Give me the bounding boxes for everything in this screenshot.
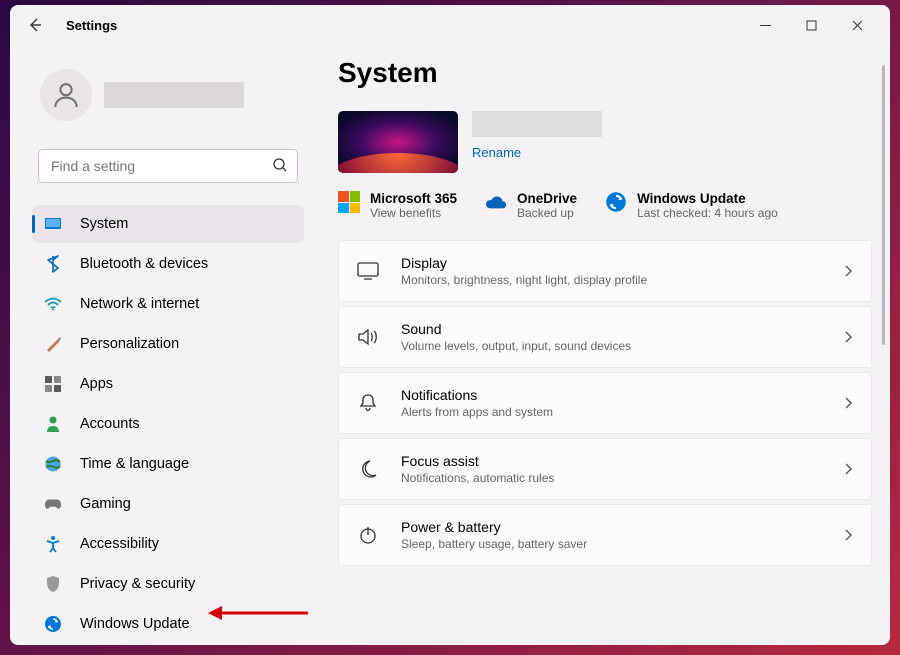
setting-title: Power & battery	[401, 519, 587, 535]
sidebar-item-privacy[interactable]: Privacy & security	[32, 565, 304, 603]
power-icon	[357, 524, 379, 546]
close-icon	[852, 20, 863, 31]
ms365-icon	[338, 191, 360, 213]
sidebar-item-label: Gaming	[80, 496, 131, 512]
setting-title: Focus assist	[401, 453, 554, 469]
bluetooth-icon	[44, 255, 62, 273]
settings-window: Settings System	[10, 5, 890, 645]
search-input[interactable]	[38, 149, 298, 183]
rename-link[interactable]: Rename	[472, 145, 602, 160]
annotation-arrow	[208, 603, 308, 623]
setting-sound[interactable]: Sound Volume levels, output, input, soun…	[338, 306, 872, 368]
sidebar-item-label: Windows Update	[80, 616, 190, 632]
avatar	[40, 69, 92, 121]
display-icon	[357, 260, 379, 282]
gamepad-icon	[44, 495, 62, 513]
accessibility-icon	[44, 535, 62, 553]
sidebar-item-label: Network & internet	[80, 296, 199, 312]
person-icon	[50, 79, 82, 111]
sidebar-item-apps[interactable]: Apps	[32, 365, 304, 403]
update-card[interactable]: Windows Update Last checked: 4 hours ago	[605, 191, 778, 220]
wifi-icon	[44, 295, 62, 313]
brush-icon	[44, 335, 62, 353]
chevron-right-icon	[843, 462, 853, 476]
sidebar-item-gaming[interactable]: Gaming	[32, 485, 304, 523]
minimize-icon	[760, 20, 771, 31]
setting-focus[interactable]: Focus assist Notifications, automatic ru…	[338, 438, 872, 500]
ms365-card[interactable]: Microsoft 365 View benefits	[338, 191, 457, 220]
pc-name-redacted	[472, 111, 602, 137]
setting-sub: Notifications, automatic rules	[401, 471, 554, 485]
chevron-right-icon	[843, 396, 853, 410]
onedrive-card[interactable]: OneDrive Backed up	[485, 191, 577, 220]
sidebar-item-personalization[interactable]: Personalization	[32, 325, 304, 363]
profile-section[interactable]	[32, 45, 304, 135]
titlebar: Settings	[10, 5, 890, 45]
update-icon	[605, 191, 627, 213]
setting-sub: Alerts from apps and system	[401, 405, 553, 419]
card-title: Microsoft 365	[370, 191, 457, 206]
maximize-icon	[806, 20, 817, 31]
scrollbar[interactable]	[882, 65, 885, 345]
setting-title: Display	[401, 255, 647, 271]
person-icon	[44, 415, 62, 433]
chevron-right-icon	[843, 528, 853, 542]
nav-list: System Bluetooth & devices Network & int…	[32, 205, 304, 643]
maximize-button[interactable]	[788, 9, 834, 41]
setting-display[interactable]: Display Monitors, brightness, night ligh…	[338, 240, 872, 302]
sidebar-item-network[interactable]: Network & internet	[32, 285, 304, 323]
onedrive-icon	[485, 191, 507, 213]
shield-icon	[44, 575, 62, 593]
settings-list: Display Monitors, brightness, night ligh…	[338, 240, 872, 566]
card-title: Windows Update	[637, 191, 778, 206]
setting-power[interactable]: Power & battery Sleep, battery usage, ba…	[338, 504, 872, 566]
setting-sub: Monitors, brightness, night light, displ…	[401, 273, 647, 287]
sidebar-item-label: Time & language	[80, 456, 189, 472]
chevron-right-icon	[843, 330, 853, 344]
sidebar-item-time[interactable]: Time & language	[32, 445, 304, 483]
sidebar-item-label: Privacy & security	[80, 576, 195, 592]
sidebar-item-bluetooth[interactable]: Bluetooth & devices	[32, 245, 304, 283]
apps-icon	[44, 375, 62, 393]
sidebar-item-label: Bluetooth & devices	[80, 256, 208, 272]
chevron-right-icon	[843, 264, 853, 278]
setting-title: Sound	[401, 321, 631, 337]
search-icon	[272, 157, 288, 173]
desktop-preview[interactable]	[338, 111, 458, 173]
sidebar-item-accounts[interactable]: Accounts	[32, 405, 304, 443]
sound-icon	[357, 326, 379, 348]
sidebar-item-label: Apps	[80, 376, 113, 392]
window-title: Settings	[66, 18, 117, 33]
sidebar-item-label: Personalization	[80, 336, 179, 352]
sidebar-item-accessibility[interactable]: Accessibility	[32, 525, 304, 563]
page-title: System	[338, 57, 872, 89]
sidebar-item-label: Accounts	[80, 416, 140, 432]
card-sub: Last checked: 4 hours ago	[637, 206, 778, 220]
card-sub: Backed up	[517, 206, 577, 220]
setting-notifications[interactable]: Notifications Alerts from apps and syste…	[338, 372, 872, 434]
card-sub: View benefits	[370, 206, 457, 220]
card-title: OneDrive	[517, 191, 577, 206]
setting-sub: Sleep, battery usage, battery saver	[401, 537, 587, 551]
globe-icon	[44, 455, 62, 473]
back-button[interactable]	[20, 10, 50, 40]
bell-icon	[357, 392, 379, 414]
main-panel: System Rename Microsoft 365 View benefit…	[320, 45, 890, 645]
setting-title: Notifications	[401, 387, 553, 403]
arrow-left-icon	[27, 17, 43, 33]
update-icon	[44, 615, 62, 633]
minimize-button[interactable]	[742, 9, 788, 41]
moon-icon	[357, 458, 379, 480]
sidebar-item-label: Accessibility	[80, 536, 159, 552]
close-button[interactable]	[834, 9, 880, 41]
username-redacted	[104, 82, 244, 108]
sidebar-item-system[interactable]: System	[32, 205, 304, 243]
setting-sub: Volume levels, output, input, sound devi…	[401, 339, 631, 353]
sidebar-item-label: System	[80, 216, 128, 232]
sidebar: System Bluetooth & devices Network & int…	[10, 45, 320, 645]
system-icon	[44, 215, 62, 233]
